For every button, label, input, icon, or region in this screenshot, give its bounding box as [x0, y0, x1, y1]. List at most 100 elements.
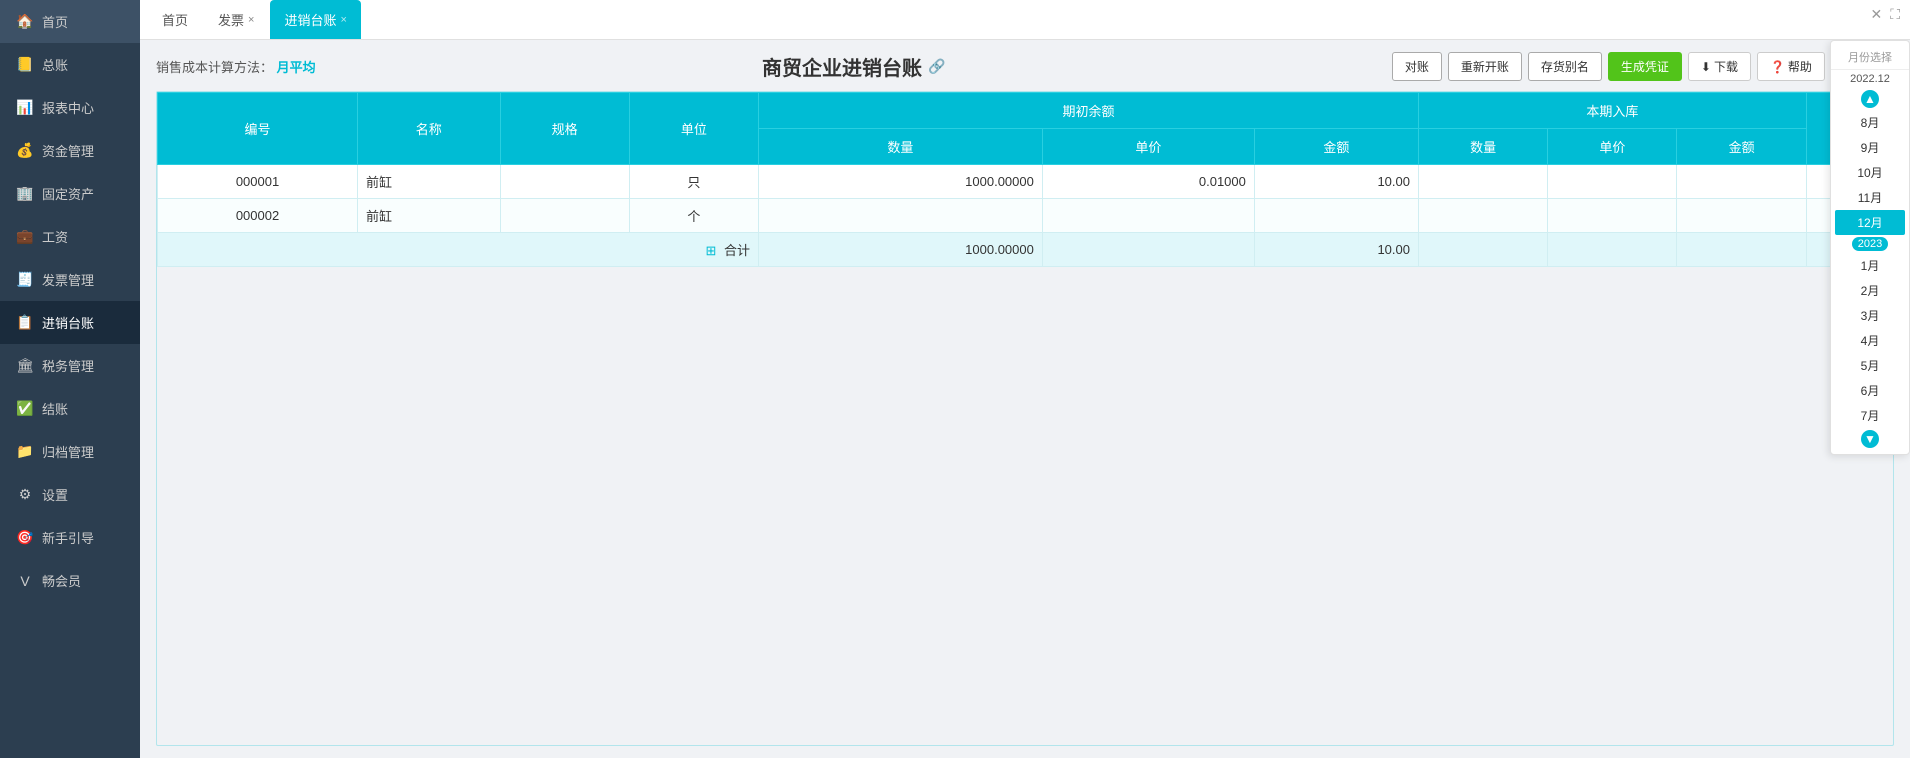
month-item-10[interactable]: 10月 — [1831, 160, 1909, 185]
month-item-7[interactable]: 7月 — [1831, 403, 1909, 428]
month-item-2[interactable]: 2月 — [1831, 278, 1909, 303]
payroll-icon: 💼 — [16, 228, 34, 245]
row1-in-qty — [1419, 165, 1548, 199]
scroll-up-nav: ▲ — [1831, 88, 1909, 110]
maximize-window-button[interactable]: ⛶ — [1890, 6, 1900, 23]
col-open-amount: 金额 — [1254, 129, 1418, 165]
year-2022-label: 2022.12 — [1831, 70, 1909, 88]
sidebar-item-membership[interactable]: V 畅会员 — [0, 559, 140, 602]
inventory-table: 编号 名称 规格 单位 期初余额 本期入库 数 数量 单价 金额 数量 单价 — [157, 92, 1893, 267]
col-in-qty: 数量 — [1419, 129, 1548, 165]
month-item-12[interactable]: 12月 — [1835, 210, 1905, 235]
month-item-11[interactable]: 11月 — [1831, 185, 1909, 210]
ledger-icon: 📒 — [16, 56, 34, 73]
sidebar-item-checkout[interactable]: ✅ 结账 — [0, 387, 140, 430]
col-open-qty: 数量 — [759, 129, 1043, 165]
row1-open-qty: 1000.00000 — [759, 165, 1043, 199]
row1-unit: 只 — [629, 165, 758, 199]
total-in-qty — [1419, 233, 1548, 267]
month-item-9[interactable]: 9月 — [1831, 135, 1909, 160]
sidebar-item-guide[interactable]: 🎯 新手引导 — [0, 516, 140, 559]
page-title-area: 商贸企业进销台账 🔗 — [762, 52, 945, 81]
sidebar-item-home[interactable]: 🏠 首页 — [0, 0, 140, 43]
sidebar-item-tax-management[interactable]: 🏛 税务管理 — [0, 344, 140, 387]
row1-in-price — [1548, 165, 1677, 199]
save-as-button[interactable]: 存货别名 — [1528, 52, 1602, 81]
total-open-qty: 1000.00000 — [759, 233, 1043, 267]
row2-in-qty — [1419, 199, 1548, 233]
sidebar-item-report-center[interactable]: 📊 报表中心 — [0, 86, 140, 129]
sidebar-item-fund-management[interactable]: 💰 资金管理 — [0, 129, 140, 172]
window-controls: ✕ ⛶ — [1870, 6, 1900, 23]
tab-purchase-sales[interactable]: 进销台账 × — [270, 0, 360, 39]
col-current-in: 本期入库 — [1419, 93, 1807, 129]
sidebar-item-archive-management[interactable]: 📁 归档管理 — [0, 430, 140, 473]
month-scroll-up[interactable]: ▲ — [1861, 90, 1879, 108]
close-purchase-sales-tab[interactable]: × — [340, 14, 346, 26]
col-in-price: 单价 — [1548, 129, 1677, 165]
row2-open-qty — [759, 199, 1043, 233]
month-scroll-down[interactable]: ▼ — [1861, 430, 1879, 448]
total-open-price — [1042, 233, 1254, 267]
total-in-amount — [1677, 233, 1806, 267]
row1-in-amount — [1677, 165, 1806, 199]
total-label: ⊞ 合计 — [158, 233, 759, 267]
col-unit: 单位 — [629, 93, 758, 165]
row2-name: 前缸 — [358, 199, 500, 233]
tab-home[interactable]: 首页 — [148, 0, 202, 39]
reopen-button[interactable]: 重新开账 — [1448, 52, 1522, 81]
fixed-assets-icon: 🏢 — [16, 185, 34, 202]
table-row[interactable]: 000002 前缸 个 — [158, 199, 1893, 233]
row2-code: 000002 — [158, 199, 358, 233]
checkout-icon: ✅ — [16, 400, 34, 417]
row2-in-price — [1548, 199, 1677, 233]
download-button[interactable]: ⬇ 下载 — [1688, 52, 1751, 81]
sidebar-item-settings[interactable]: ⚙ 设置 — [0, 473, 140, 516]
tab-bar: 首页 发票 × 进销台账 × — [140, 0, 1910, 40]
row2-in-amount — [1677, 199, 1806, 233]
settings-icon: ⚙ — [16, 486, 34, 503]
col-code: 编号 — [158, 93, 358, 165]
fund-icon: 💰 — [16, 142, 34, 159]
link-icon[interactable]: 🔗 — [928, 58, 945, 75]
data-table-wrapper: 编号 名称 规格 单位 期初余额 本期入库 数 数量 单价 金额 数量 单价 — [156, 91, 1894, 746]
month-item-4[interactable]: 4月 — [1831, 328, 1909, 353]
row2-unit: 个 — [629, 199, 758, 233]
generate-voucher-button[interactable]: 生成凭证 — [1608, 52, 1682, 81]
close-window-button[interactable]: ✕ — [1870, 6, 1882, 23]
sidebar: 🏠 首页 📒 总账 📊 报表中心 💰 资金管理 🏢 固定资产 💼 工资 🧾 发票… — [0, 0, 140, 758]
close-invoice-tab[interactable]: × — [248, 14, 254, 26]
sidebar-item-fixed-assets[interactable]: 🏢 固定资产 — [0, 172, 140, 215]
month-item-5[interactable]: 5月 — [1831, 353, 1909, 378]
row1-code: 000001 — [158, 165, 358, 199]
table-row[interactable]: 000001 前缸 只 1000.00000 0.01000 10.00 — [158, 165, 1893, 199]
sidebar-item-invoice-management[interactable]: 🧾 发票管理 — [0, 258, 140, 301]
download-icon: ⬇ — [1701, 60, 1711, 74]
tax-icon: 🏛 — [16, 357, 34, 374]
col-open-price: 单价 — [1042, 129, 1254, 165]
membership-icon: V — [16, 573, 34, 589]
sidebar-item-general-ledger[interactable]: 📒 总账 — [0, 43, 140, 86]
toolbar: 对账 重新开账 存货别名 生成凭证 ⬇ 下载 ❓ 帮助 ↻ 刷新 — [1392, 52, 1894, 81]
reconcile-button[interactable]: 对账 — [1392, 52, 1442, 81]
col-in-amount: 金额 — [1677, 129, 1806, 165]
archive-icon: 📁 — [16, 443, 34, 460]
month-selector-panel: 月份选择 2022.12 ▲ 8月 9月 10月 11月 12月 2023 1月… — [1830, 40, 1910, 455]
col-name: 名称 — [358, 93, 500, 165]
total-open-amount: 10.00 — [1254, 233, 1418, 267]
total-icon: ⊞ — [705, 243, 716, 258]
month-item-3[interactable]: 3月 — [1831, 303, 1909, 328]
page-title: 商贸企业进销台账 — [762, 52, 922, 81]
scroll-down-nav: ▼ — [1831, 428, 1909, 450]
home-icon: 🏠 — [16, 13, 34, 30]
row1-open-amount: 10.00 — [1254, 165, 1418, 199]
sidebar-item-payroll[interactable]: 💼 工资 — [0, 215, 140, 258]
guide-icon: 🎯 — [16, 529, 34, 546]
month-item-8[interactable]: 8月 — [1831, 110, 1909, 135]
help-button[interactable]: ❓ 帮助 — [1757, 52, 1825, 81]
year-2023-badge: 2023 — [1852, 237, 1888, 251]
tab-invoice[interactable]: 发票 × — [204, 0, 268, 39]
month-item-1[interactable]: 1月 — [1831, 253, 1909, 278]
month-item-6[interactable]: 6月 — [1831, 378, 1909, 403]
sidebar-item-purchase-sales-ledger[interactable]: 📋 进销台账 — [0, 301, 140, 344]
